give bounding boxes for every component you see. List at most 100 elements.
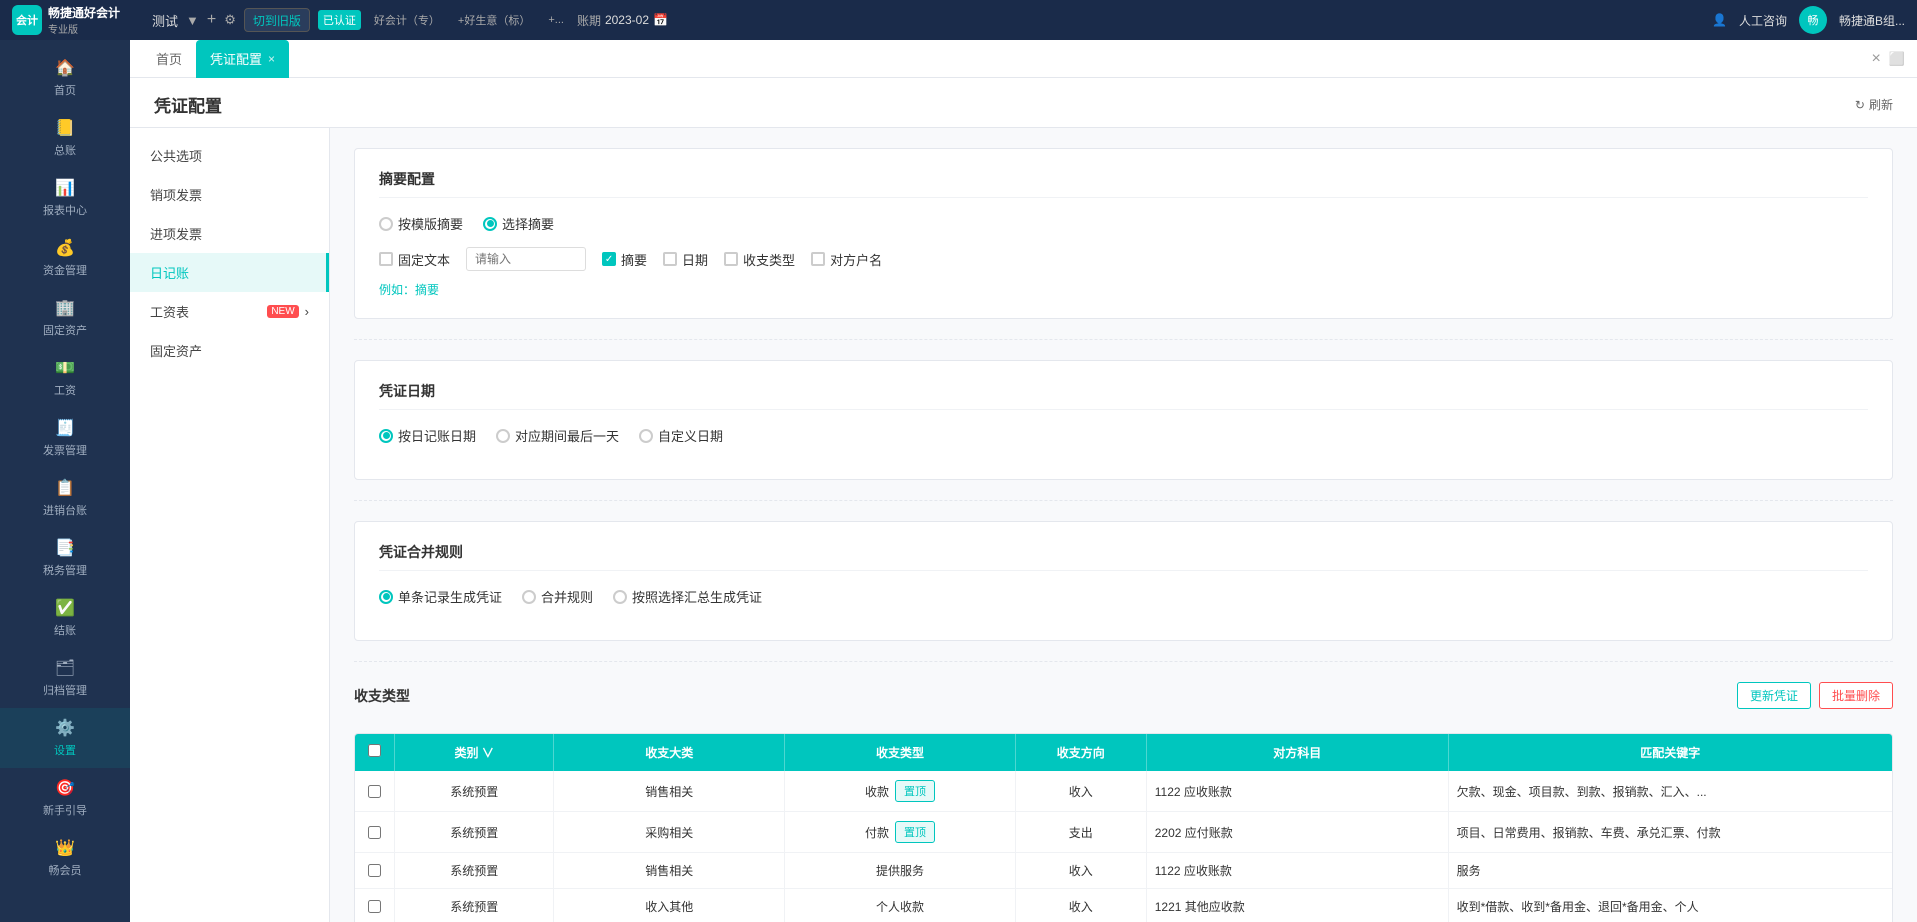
archive-icon: 🗂 <box>55 658 75 678</box>
window-close-icon[interactable]: × <box>1871 50 1880 68</box>
row-checkbox-3[interactable] <box>368 864 381 877</box>
checkbox-summary[interactable]: ✓ 摘要 <box>602 250 647 269</box>
left-nav-item-fixed-assets[interactable]: 固定资产 <box>130 331 329 370</box>
switch-version-button[interactable]: 切到旧版 <box>244 8 310 32</box>
radio-custom-date[interactable]: 自定义日期 <box>639 426 723 445</box>
td-type-4: 个人收款 <box>785 889 1016 922</box>
th-account: 对方科目 <box>1147 734 1449 771</box>
radio-merge-rule[interactable]: 合并规则 <box>522 587 593 606</box>
dropdown-arrow-icon[interactable]: ▼ <box>186 13 199 28</box>
left-nav-item-public[interactable]: 公共选项 <box>130 136 329 175</box>
sidebar: 🏠 首页 📒 总账 📊 报表中心 💰 资金管理 🏢 固定资产 💵 工资 <box>0 40 130 922</box>
sidebar-item-assets[interactable]: 🏢 固定资产 <box>0 288 130 348</box>
left-nav-item-sales-invoice[interactable]: 销项发票 <box>130 175 329 214</box>
content-wrapper: 首页 凭证配置 × × ⬜ 凭证配置 ↻ 刷新 <box>130 40 1917 922</box>
checkbox-fixed-text[interactable]: 固定文本 <box>379 250 450 269</box>
radio-circle-single <box>379 590 393 604</box>
content-area: 公共选项 销项发票 进项发票 日记账 工资表 NEW <box>130 128 1917 922</box>
row-checkbox-1[interactable] <box>368 785 381 798</box>
top-bar: 会计 畅捷通好会计 专业版 测试 ▼ + ⚙ 切到旧版 已认证 好会计（专） +… <box>0 0 1917 40</box>
sidebar-label-ledger: 总账 <box>54 142 76 158</box>
radio-single-record[interactable]: 单条记录生成凭证 <box>379 587 502 606</box>
radio-label-merge: 合并规则 <box>541 587 593 606</box>
sidebar-item-purchase[interactable]: 📋 进销台账 <box>0 468 130 528</box>
radio-circle-select <box>483 217 497 231</box>
td-dir-4: 收入 <box>1016 889 1147 922</box>
settings-icon[interactable]: ⚙ <box>224 12 236 28</box>
assets-icon: 🏢 <box>55 298 75 318</box>
td-cat-3: 系统预置 <box>395 853 554 888</box>
sidebar-item-settle[interactable]: ✅ 结账 <box>0 588 130 648</box>
left-nav-item-purchase-invoice[interactable]: 进项发票 <box>130 214 329 253</box>
sidebar-item-ledger[interactable]: 📒 总账 <box>0 108 130 168</box>
pin-top-tag-1[interactable]: 置顶 <box>895 780 935 802</box>
sidebar-label-funds: 资金管理 <box>43 262 87 278</box>
checkbox-date[interactable]: 日期 <box>663 250 708 269</box>
batch-delete-button[interactable]: 批量删除 <box>1819 682 1893 709</box>
radio-period-last[interactable]: 对应期间最后一天 <box>496 426 619 445</box>
td-check-3[interactable] <box>355 853 395 888</box>
sidebar-item-guide[interactable]: 🎯 新手引导 <box>0 768 130 828</box>
td-type-text-1: 收款 <box>865 783 889 800</box>
td-check-1[interactable] <box>355 771 395 811</box>
tab-home-label: 首页 <box>156 49 182 68</box>
top-bar-middle: 测试 ▼ + ⚙ 切到旧版 已认证 好会计（专） +好生意（标） +... 账期… <box>142 8 1712 32</box>
row-checkbox-2[interactable] <box>368 826 381 839</box>
radio-template-summary[interactable]: 按模版摘要 <box>379 214 463 233</box>
left-nav-label-public: 公共选项 <box>150 146 202 165</box>
tag-more: +... <box>543 12 569 28</box>
tab-home[interactable]: 首页 <box>142 40 196 78</box>
sidebar-item-settings[interactable]: ⚙️ 设置 <box>0 708 130 768</box>
merge-title: 凭证合并规则 <box>379 542 1868 571</box>
add-icon[interactable]: + <box>207 11 216 29</box>
td-type-text-2: 付款 <box>865 824 889 841</box>
window-maximize-icon[interactable]: ⬜ <box>1889 51 1905 67</box>
sidebar-item-tax[interactable]: 📑 税务管理 <box>0 528 130 588</box>
row-checkbox-4[interactable] <box>368 900 381 913</box>
checkbox-income-type[interactable]: 收支类型 <box>724 250 795 269</box>
left-nav-item-diary[interactable]: 日记账 <box>130 253 329 292</box>
update-voucher-button[interactable]: 更新凭证 <box>1737 682 1811 709</box>
checkbox-label-date: 日期 <box>682 250 708 269</box>
td-check-2[interactable] <box>355 812 395 852</box>
calendar-icon[interactable]: 📅 <box>653 13 668 27</box>
checkbox-label-summary: 摘要 <box>621 250 647 269</box>
th-check[interactable] <box>355 734 395 771</box>
th-big-type: 收支大类 <box>554 734 785 771</box>
td-keyword-2: 项目、日常费用、报销款、车费、承兑汇票、付款 <box>1449 812 1892 852</box>
logo-area: 会计 畅捷通好会计 专业版 <box>12 4 142 36</box>
td-account-3: 1122 应收账款 <box>1147 853 1449 888</box>
main-area: 🏠 首页 📒 总账 📊 报表中心 💰 资金管理 🏢 固定资产 💵 工资 <box>0 40 1917 922</box>
radio-select-summary[interactable]: 选择摘要 <box>483 214 554 233</box>
left-nav-label-sales-invoice: 销项发票 <box>150 185 202 204</box>
invoice-icon: 🧾 <box>55 418 75 438</box>
select-all-checkbox[interactable] <box>368 744 381 757</box>
radio-diary-date[interactable]: 按日记账日期 <box>379 426 476 445</box>
sidebar-item-home[interactable]: 🏠 首页 <box>0 48 130 108</box>
fixed-text-input[interactable] <box>466 247 586 271</box>
pin-top-tag-2[interactable]: 置顶 <box>895 821 935 843</box>
checkbox-box-income-type <box>724 252 738 266</box>
td-dir-1: 收入 <box>1016 771 1147 811</box>
refresh-icon: ↻ <box>1855 98 1865 112</box>
consult-label[interactable]: 人工咨询 <box>1739 12 1787 29</box>
td-check-4[interactable] <box>355 889 395 922</box>
tab-voucher-config[interactable]: 凭证配置 × <box>196 40 289 78</box>
sidebar-item-reports[interactable]: 📊 报表中心 <box>0 168 130 228</box>
td-cat-2: 系统预置 <box>395 812 554 852</box>
funds-icon: 💰 <box>55 238 75 258</box>
main-content: 摘要配置 按模版摘要 选择摘要 <box>330 128 1917 922</box>
sidebar-item-invoice[interactable]: 🧾 发票管理 <box>0 408 130 468</box>
left-nav-item-payroll[interactable]: 工资表 NEW › <box>130 292 329 331</box>
sidebar-item-member[interactable]: 👑 畅会员 <box>0 828 130 888</box>
refresh-button[interactable]: ↻ 刷新 <box>1855 96 1893 113</box>
refresh-label: 刷新 <box>1869 96 1893 113</box>
checkbox-label-counterpart: 对方户名 <box>830 250 882 269</box>
sidebar-item-funds[interactable]: 💰 资金管理 <box>0 228 130 288</box>
sidebar-item-archive[interactable]: 🗂 归档管理 <box>0 648 130 708</box>
radio-summary-generate[interactable]: 按照选择汇总生成凭证 <box>613 587 762 606</box>
checkbox-counterpart-name[interactable]: 对方户名 <box>811 250 882 269</box>
tab-close-icon[interactable]: × <box>268 52 275 66</box>
home-icon: 🏠 <box>55 58 75 78</box>
sidebar-item-salary[interactable]: 💵 工资 <box>0 348 130 408</box>
